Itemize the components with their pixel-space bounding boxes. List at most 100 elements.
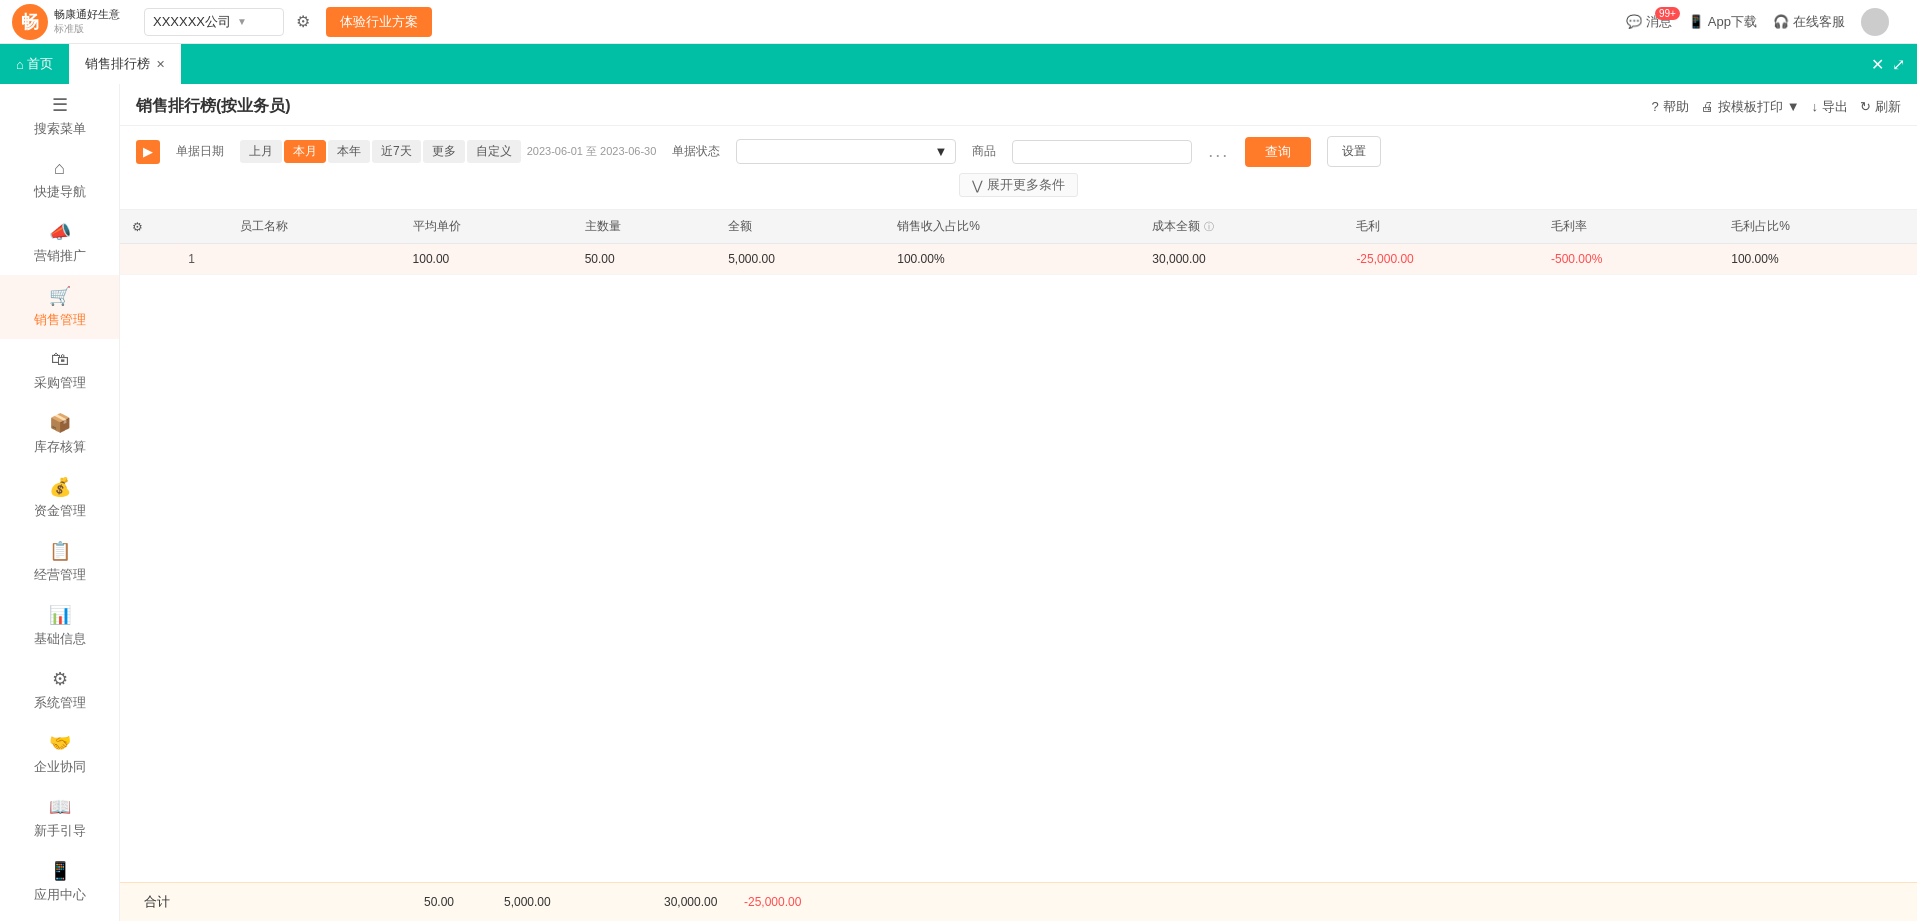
col-name: 员工名称 bbox=[228, 210, 400, 244]
app-name: 畅康通好生意 bbox=[54, 7, 120, 21]
col-sales-pct: 销售收入占比% bbox=[885, 210, 1140, 244]
date-btn-this-year[interactable]: 本年 bbox=[328, 140, 370, 163]
message-badge: 99+ bbox=[1655, 7, 1680, 20]
row-sales-pct: 100.00% bbox=[885, 244, 1140, 275]
basic-info-icon: 📊 bbox=[49, 604, 71, 626]
enterprise-icon: 🤝 bbox=[49, 732, 71, 754]
top-right-actions: 💬 消息 99+ 📱 App下载 🎧 在线客服 bbox=[1626, 8, 1905, 36]
home-nav-icon: ⌂ bbox=[54, 158, 65, 179]
refresh-button[interactable]: ↻ 刷新 bbox=[1860, 98, 1901, 116]
col-profit-rate: 毛利率 bbox=[1539, 210, 1719, 244]
query-button[interactable]: 查询 bbox=[1245, 137, 1311, 167]
sidebar-item-basic-info[interactable]: 📊 基础信息 bbox=[0, 594, 119, 658]
goods-input-wrapper bbox=[1012, 140, 1192, 164]
date-btn-custom[interactable]: 自定义 bbox=[467, 140, 521, 163]
close-window-icon[interactable]: ✕ bbox=[1871, 55, 1884, 74]
sidebar-item-sales[interactable]: 🛒 销售管理 bbox=[0, 275, 119, 339]
footer-profit: -25,000.00 bbox=[732, 895, 813, 909]
sidebar-item-purchase[interactable]: 🛍 采购管理 bbox=[0, 339, 119, 402]
print-chevron-icon: ▼ bbox=[1787, 99, 1800, 114]
settings-small-button[interactable]: 设置 bbox=[1327, 136, 1381, 167]
app-download-label: App下载 bbox=[1708, 13, 1757, 31]
expand-filters-button[interactable]: ⋁ 展开更多条件 bbox=[959, 173, 1078, 197]
footer-cost: 30,000.00 bbox=[652, 895, 732, 909]
print-button[interactable]: 🖨 按模板打印 ▼ bbox=[1701, 98, 1800, 116]
sidebar-item-apps[interactable]: 📱 应用中心 bbox=[0, 850, 119, 914]
online-service-label: 在线客服 bbox=[1793, 13, 1845, 31]
filter-area: ▶ 单据日期 上月 本月 本年 近7天 更多 自定义 2023-06-01 至 … bbox=[120, 126, 1917, 210]
apps-icon: 📱 bbox=[49, 860, 71, 882]
refresh-icon: ↻ bbox=[1860, 99, 1871, 114]
app-download-button[interactable]: 📱 App下载 bbox=[1688, 13, 1757, 31]
expand-row: ⋁ 展开更多条件 bbox=[136, 167, 1901, 199]
maximize-icon[interactable]: ⤢ bbox=[1892, 55, 1905, 74]
row-profit-rate: -500.00% bbox=[1539, 244, 1719, 275]
finance-icon: 💰 bbox=[49, 476, 71, 498]
date-filter-label: 单据日期 bbox=[176, 143, 224, 160]
date-shortcuts: 上月 本月 本年 近7天 更多 自定义 2023-06-01 至 2023-06… bbox=[240, 140, 656, 163]
sidebar-item-inventory[interactable]: 📦 库存核算 bbox=[0, 402, 119, 466]
date-range-display: 2023-06-01 至 2023-06-30 bbox=[527, 144, 657, 159]
tab-home[interactable]: ⌂ 首页 bbox=[0, 44, 69, 84]
sidebar-item-marketing[interactable]: 📣 营销推广 bbox=[0, 211, 119, 275]
date-btn-7days[interactable]: 近7天 bbox=[372, 140, 421, 163]
close-tab-icon[interactable]: ✕ bbox=[156, 58, 165, 71]
company-name: XXXXXX公司 bbox=[153, 13, 231, 31]
col-amount: 全额 bbox=[716, 210, 885, 244]
row-profit: -25,000.00 bbox=[1344, 244, 1539, 275]
filter-row-1: ▶ 单据日期 上月 本月 本年 近7天 更多 自定义 2023-06-01 至 … bbox=[136, 136, 1901, 167]
chevron-down-icon: ▼ bbox=[237, 16, 247, 27]
table-row: 1 100.00 50.00 5,000.00 100.00% 30,000.0… bbox=[120, 244, 1917, 275]
search-icon: ☰ bbox=[52, 94, 68, 116]
sidebar-item-finance[interactable]: 💰 资金管理 bbox=[0, 466, 119, 530]
company-selector[interactable]: XXXXXX公司 ▼ bbox=[144, 8, 284, 36]
date-btn-this-month[interactable]: 本月 bbox=[284, 140, 326, 163]
col-cost: 成本全额 ⓘ bbox=[1140, 210, 1344, 244]
rankings-table: ⚙ 员工名称 平均单价 主数量 全额 销售收入占比% 成本全额 ⓘ 毛利 毛利率… bbox=[120, 210, 1917, 275]
sidebar-item-search[interactable]: ☰ 搜索菜单 bbox=[0, 84, 119, 148]
online-service-button[interactable]: 🎧 在线客服 bbox=[1773, 13, 1845, 31]
footer-amount: 5,000.00 bbox=[492, 895, 572, 909]
home-icon: ⌂ bbox=[16, 57, 24, 72]
more-filters-icon[interactable]: ... bbox=[1208, 141, 1229, 162]
nav-tabs: ⌂ 首页 销售排行榜 ✕ ✕ ⤢ bbox=[0, 44, 1917, 84]
main-layout: ☰ 搜索菜单 ⌂ 快捷导航 📣 营销推广 🛒 销售管理 🛍 采购管理 📦 库存核… bbox=[0, 84, 1917, 921]
filter-toggle-icon[interactable]: ▶ bbox=[136, 140, 160, 164]
sidebar-item-enterprise[interactable]: 🤝 企业协同 bbox=[0, 722, 119, 786]
col-rank bbox=[155, 210, 228, 244]
row-amount: 5,000.00 bbox=[716, 244, 885, 275]
col-settings[interactable]: ⚙ bbox=[120, 210, 155, 244]
logo-area: 畅 畅康通好生意 标准版 bbox=[12, 4, 132, 40]
sales-icon: 🛒 bbox=[49, 285, 71, 307]
trial-button[interactable]: 体验行业方案 bbox=[326, 7, 432, 37]
goods-search-input[interactable] bbox=[1021, 145, 1183, 159]
marketing-icon: 📣 bbox=[49, 221, 71, 243]
status-select[interactable]: ▼ bbox=[736, 139, 956, 164]
system-icon: ⚙ bbox=[52, 668, 68, 690]
sidebar-item-system[interactable]: ⚙ 系统管理 bbox=[0, 658, 119, 722]
page-title: 销售排行榜(按业务员) bbox=[136, 96, 291, 117]
sidebar-item-operations[interactable]: 📋 经营管理 bbox=[0, 530, 119, 594]
messages-button[interactable]: 💬 消息 99+ bbox=[1626, 13, 1672, 31]
app-sub: 标准版 bbox=[54, 22, 120, 36]
help-icon: ? bbox=[1651, 99, 1658, 114]
tab-sales-ranking[interactable]: 销售排行榜 ✕ bbox=[69, 44, 181, 84]
date-btn-more[interactable]: 更多 bbox=[423, 140, 465, 163]
col-profit-pct: 毛利占比% bbox=[1719, 210, 1917, 244]
table-header-row: ⚙ 员工名称 平均单价 主数量 全额 销售收入占比% 成本全额 ⓘ 毛利 毛利率… bbox=[120, 210, 1917, 244]
settings-icon[interactable]: ⚙ bbox=[292, 8, 314, 35]
row-profit-pct: 100.00% bbox=[1719, 244, 1917, 275]
guide-icon: 📖 bbox=[49, 796, 71, 818]
goods-filter-label: 商品 bbox=[972, 143, 996, 160]
help-button[interactable]: ? 帮助 bbox=[1651, 98, 1688, 116]
purchase-icon: 🛍 bbox=[51, 349, 69, 370]
date-btn-last-month[interactable]: 上月 bbox=[240, 140, 282, 163]
sidebar-item-wechat[interactable]: 💬 企业微信 bbox=[0, 914, 119, 921]
sidebar-item-shortcuts[interactable]: ⌂ 快捷导航 bbox=[0, 148, 119, 211]
avatar[interactable] bbox=[1861, 8, 1889, 36]
print-icon: 🖨 bbox=[1701, 99, 1714, 114]
sidebar-item-guide[interactable]: 📖 新手引导 bbox=[0, 786, 119, 850]
page-header: 销售排行榜(按业务员) ? 帮助 🖨 按模板打印 ▼ ↓ 导出 ↻ 刷新 bbox=[120, 84, 1917, 126]
export-icon: ↓ bbox=[1812, 99, 1819, 114]
export-button[interactable]: ↓ 导出 bbox=[1812, 98, 1849, 116]
